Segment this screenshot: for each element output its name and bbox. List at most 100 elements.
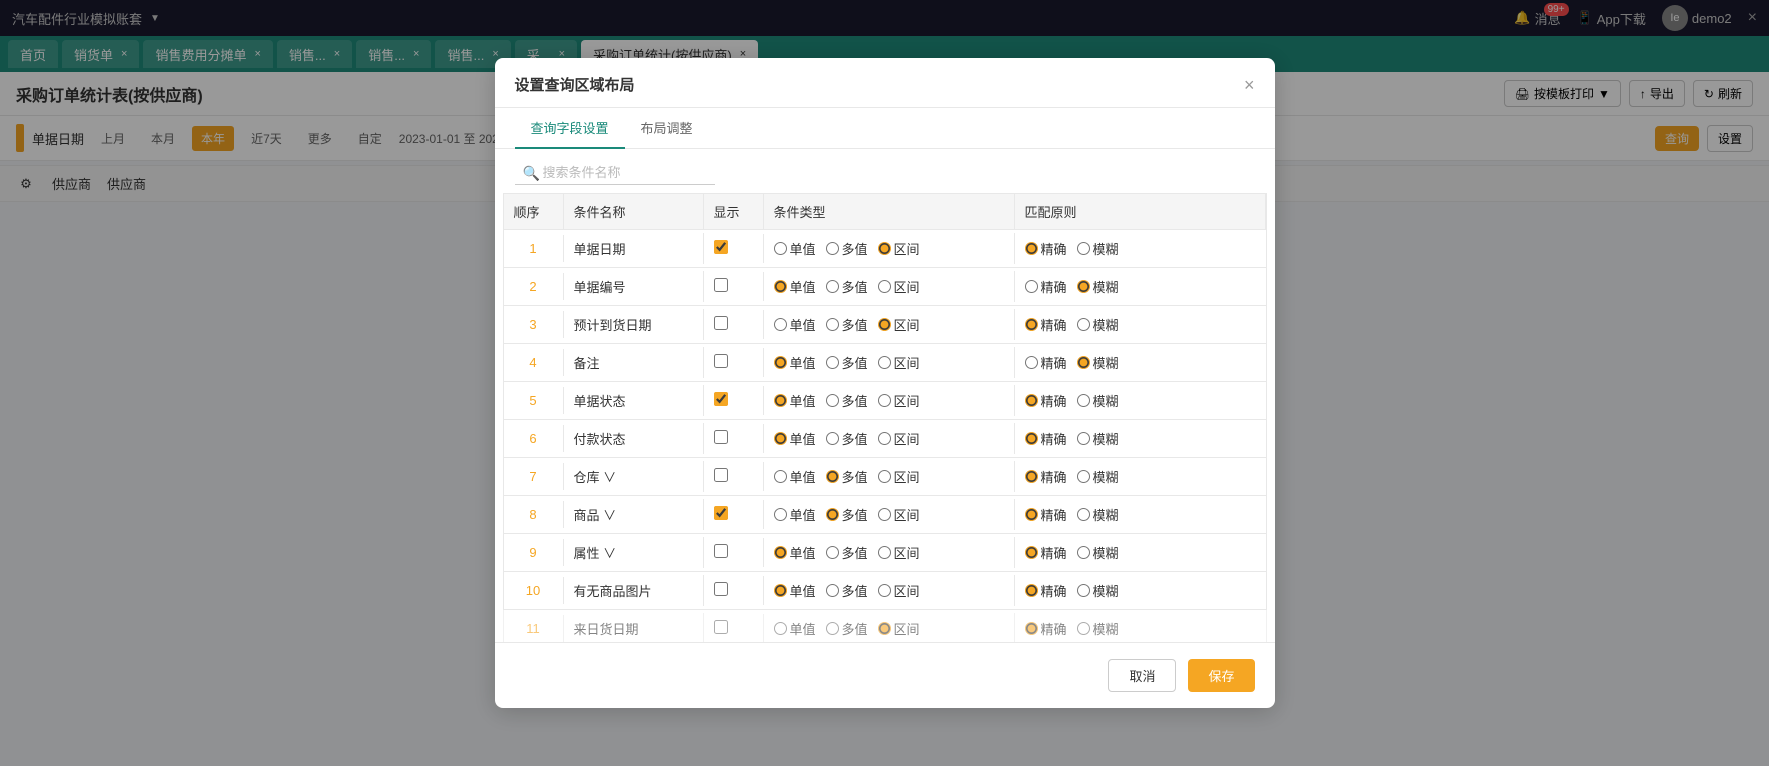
table-row: 1 单据日期 单值 多值 区间 精确 模糊 bbox=[503, 230, 1267, 268]
row-10-order: 10 bbox=[504, 577, 564, 604]
row-5-display[interactable] bbox=[704, 386, 764, 415]
row-11-multi[interactable] bbox=[826, 622, 839, 635]
row-7-multi[interactable] bbox=[826, 470, 839, 483]
row-10-multi[interactable] bbox=[826, 584, 839, 597]
row-10-display-checkbox[interactable] bbox=[714, 582, 728, 596]
table-row: 10 有无商品图片 单值 多值 区间 精确 模糊 bbox=[503, 572, 1267, 610]
row-2-exact[interactable] bbox=[1025, 280, 1038, 293]
row-6-exact[interactable] bbox=[1025, 432, 1038, 445]
dialog-close-btn[interactable]: × bbox=[1244, 76, 1255, 94]
row-3-display[interactable] bbox=[704, 310, 764, 339]
row-4-exact[interactable] bbox=[1025, 356, 1038, 369]
row-3-display-checkbox[interactable] bbox=[714, 316, 728, 330]
row-5-multi[interactable] bbox=[826, 394, 839, 407]
row-4-cond-type: 单值 多值 区间 bbox=[764, 347, 1015, 378]
row-2-single[interactable] bbox=[774, 280, 787, 293]
row-8-single[interactable] bbox=[774, 508, 787, 521]
row-7-display[interactable] bbox=[704, 462, 764, 491]
row-1-display[interactable] bbox=[704, 234, 764, 263]
row-1-range[interactable] bbox=[878, 242, 891, 255]
row-9-range[interactable] bbox=[878, 546, 891, 559]
row-4-multi[interactable] bbox=[826, 356, 839, 369]
row-4-display-checkbox[interactable] bbox=[714, 354, 728, 368]
row-3-fuzzy[interactable] bbox=[1077, 318, 1090, 331]
row-1-display-checkbox[interactable] bbox=[714, 240, 728, 254]
row-5-single[interactable] bbox=[774, 394, 787, 407]
row-2-range[interactable] bbox=[878, 280, 891, 293]
row-5-fuzzy[interactable] bbox=[1077, 394, 1090, 407]
row-7-exact[interactable] bbox=[1025, 470, 1038, 483]
row-1-multi[interactable] bbox=[826, 242, 839, 255]
row-3-single[interactable] bbox=[774, 318, 787, 331]
tab-layout-adjust[interactable]: 布局调整 bbox=[625, 108, 709, 149]
row-11-single[interactable] bbox=[774, 622, 787, 635]
row-4-fuzzy[interactable] bbox=[1077, 356, 1090, 369]
row-3-exact[interactable] bbox=[1025, 318, 1038, 331]
row-9-multi[interactable] bbox=[826, 546, 839, 559]
row-6-match-rule: 精确 模糊 bbox=[1015, 423, 1266, 454]
row-6-display-checkbox[interactable] bbox=[714, 430, 728, 444]
cancel-btn[interactable]: 取消 bbox=[1108, 659, 1176, 692]
row-6-multi[interactable] bbox=[826, 432, 839, 445]
row-8-multi[interactable] bbox=[826, 508, 839, 521]
settings-dialog: 设置查询区域布局 × 查询字段设置 布局调整 🔍 顺序 条件名称 显示 bbox=[495, 58, 1275, 708]
row-11-order: 11 bbox=[504, 615, 564, 642]
row-3-range[interactable] bbox=[878, 318, 891, 331]
row-4-range[interactable] bbox=[878, 356, 891, 369]
table-row: 7 仓库 ∨ 单值 多值 区间 精确 模糊 bbox=[503, 458, 1267, 496]
row-8-cond-type: 单值 多值 区间 bbox=[764, 499, 1015, 530]
row-10-range[interactable] bbox=[878, 584, 891, 597]
row-6-display[interactable] bbox=[704, 424, 764, 453]
row-1-exact[interactable] bbox=[1025, 242, 1038, 255]
row-5-display-checkbox[interactable] bbox=[714, 392, 728, 406]
row-6-fuzzy[interactable] bbox=[1077, 432, 1090, 445]
row-9-display[interactable] bbox=[704, 538, 764, 567]
table-row: 6 付款状态 单值 多值 区间 精确 模糊 bbox=[503, 420, 1267, 458]
table-row: 2 单据编号 单值 多值 区间 精确 模糊 bbox=[503, 268, 1267, 306]
row-10-display[interactable] bbox=[704, 576, 764, 605]
row-6-range[interactable] bbox=[878, 432, 891, 445]
row-5-range[interactable] bbox=[878, 394, 891, 407]
row-4-single[interactable] bbox=[774, 356, 787, 369]
row-2-multi[interactable] bbox=[826, 280, 839, 293]
row-11-display-checkbox[interactable] bbox=[714, 620, 728, 634]
row-8-fuzzy[interactable] bbox=[1077, 508, 1090, 521]
row-10-exact[interactable] bbox=[1025, 584, 1038, 597]
row-9-order: 9 bbox=[504, 539, 564, 566]
row-11-range[interactable] bbox=[878, 622, 891, 635]
row-9-fuzzy[interactable] bbox=[1077, 546, 1090, 559]
row-2-display-checkbox[interactable] bbox=[714, 278, 728, 292]
row-10-fuzzy[interactable] bbox=[1077, 584, 1090, 597]
row-11-fuzzy[interactable] bbox=[1077, 622, 1090, 635]
row-7-range[interactable] bbox=[878, 470, 891, 483]
row-8-display-checkbox[interactable] bbox=[714, 506, 728, 520]
row-5-name: 单据状态 bbox=[564, 385, 704, 416]
row-8-display[interactable] bbox=[704, 500, 764, 529]
row-11-exact[interactable] bbox=[1025, 622, 1038, 635]
row-8-range[interactable] bbox=[878, 508, 891, 521]
row-9-single[interactable] bbox=[774, 546, 787, 559]
row-2-fuzzy[interactable] bbox=[1077, 280, 1090, 293]
row-11-display[interactable] bbox=[704, 614, 764, 642]
save-btn[interactable]: 保存 bbox=[1188, 659, 1254, 692]
row-1-single[interactable] bbox=[774, 242, 787, 255]
row-1-fuzzy[interactable] bbox=[1077, 242, 1090, 255]
row-9-display-checkbox[interactable] bbox=[714, 544, 728, 558]
row-5-cond-type: 单值 多值 区间 bbox=[764, 385, 1015, 416]
row-9-exact[interactable] bbox=[1025, 546, 1038, 559]
row-7-single[interactable] bbox=[774, 470, 787, 483]
row-10-single[interactable] bbox=[774, 584, 787, 597]
row-5-exact[interactable] bbox=[1025, 394, 1038, 407]
row-2-display[interactable] bbox=[704, 272, 764, 301]
row-6-single[interactable] bbox=[774, 432, 787, 445]
table-row: 9 属性 ∨ 单值 多值 区间 精确 模糊 bbox=[503, 534, 1267, 572]
row-7-fuzzy[interactable] bbox=[1077, 470, 1090, 483]
row-6-cond-type: 单值 多值 区间 bbox=[764, 423, 1015, 454]
row-3-multi[interactable] bbox=[826, 318, 839, 331]
row-8-exact[interactable] bbox=[1025, 508, 1038, 521]
row-7-display-checkbox[interactable] bbox=[714, 468, 728, 482]
tab-query-fields[interactable]: 查询字段设置 bbox=[515, 108, 625, 149]
search-input[interactable] bbox=[515, 161, 715, 185]
row-4-display[interactable] bbox=[704, 348, 764, 377]
row-8-match-rule: 精确 模糊 bbox=[1015, 499, 1266, 530]
